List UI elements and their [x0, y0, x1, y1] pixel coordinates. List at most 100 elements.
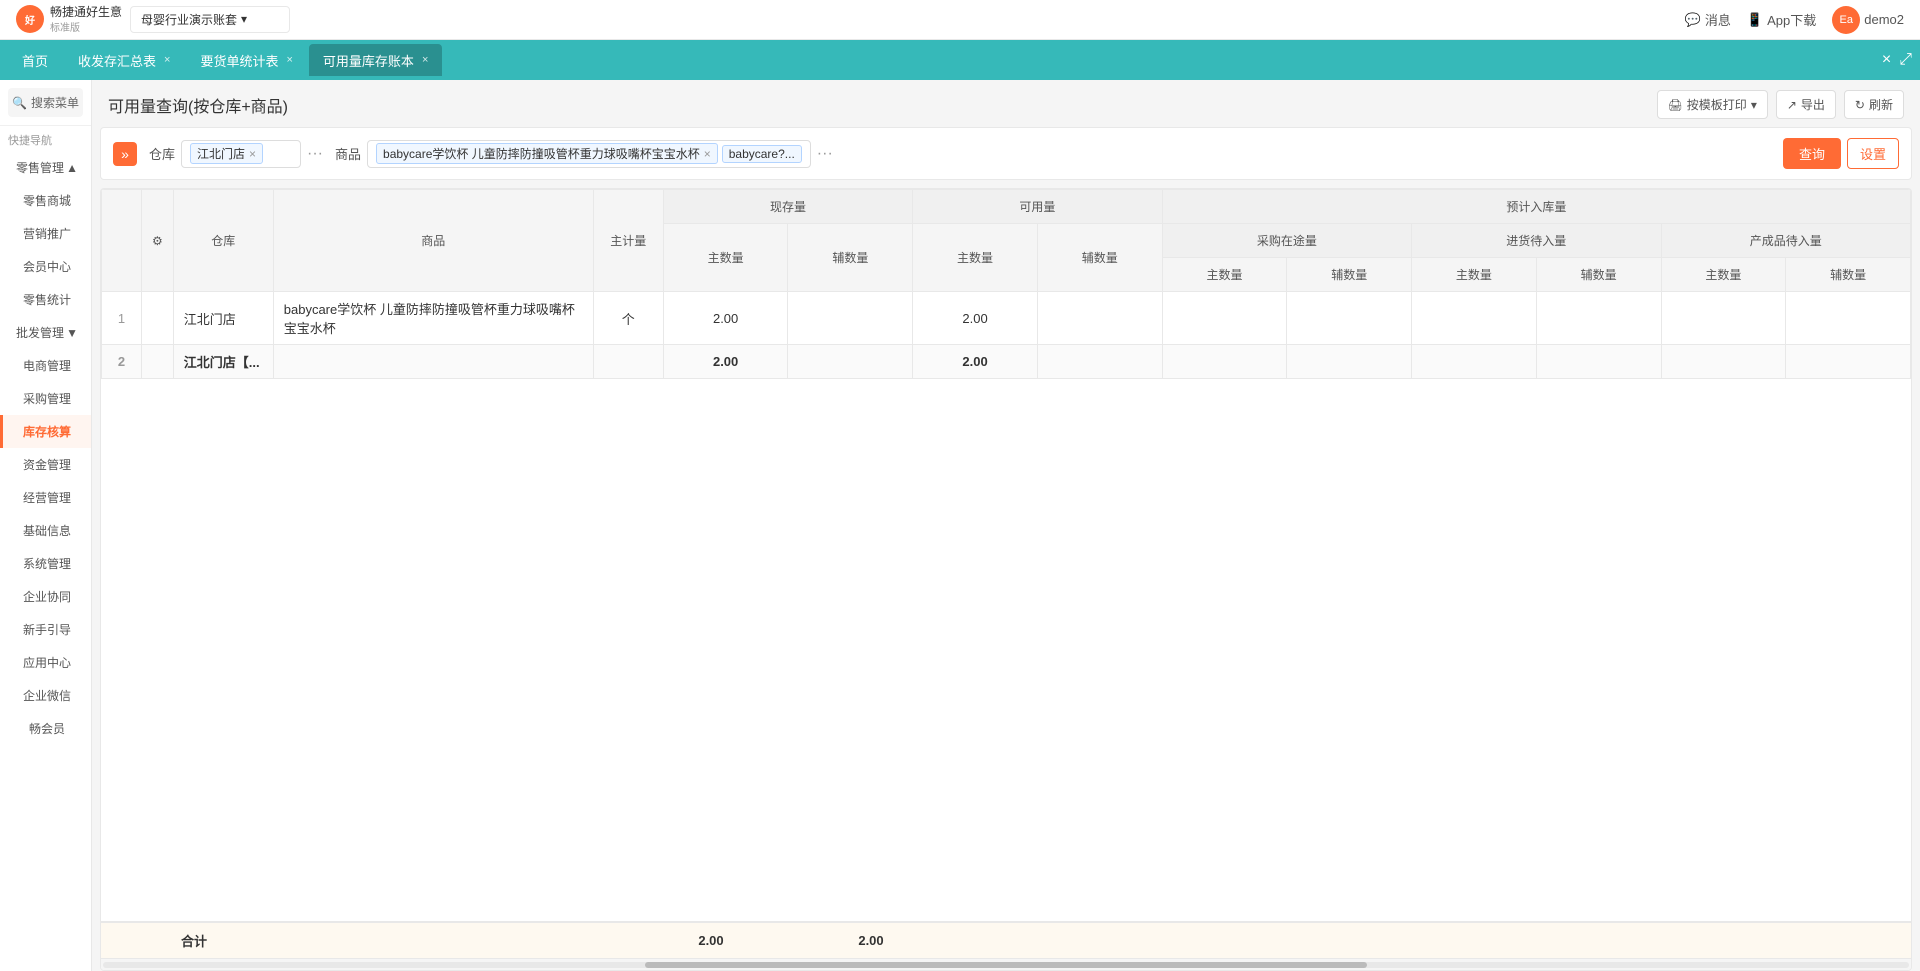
tab-order-stats-close[interactable]: ×: [286, 54, 292, 66]
row-2-index: 2: [102, 345, 142, 379]
warehouse-tag-delete[interactable]: ×: [249, 147, 256, 161]
refresh-icon: ↻: [1855, 98, 1865, 112]
product-filter-input[interactable]: babycare学饮杯 儿童防摔防撞吸管杯重力球吸嘴杯宝宝水杯 × babyca…: [367, 140, 811, 168]
th-purchase-main: 主数量: [1162, 258, 1287, 292]
top-bar: 好 畅捷通好生意 标准版 母婴行业演示账套 ▾ 💬 消息 📱 App下载 Ea …: [0, 0, 1920, 40]
row-1-production-main: [1661, 292, 1786, 345]
th-product: 商品: [273, 190, 593, 292]
nav-tabs-right: × ⤢: [1882, 51, 1912, 69]
tab-receipt-summary[interactable]: 收发存汇总表 ×: [64, 44, 184, 76]
tab-order-stats[interactable]: 要货单统计表 ×: [186, 44, 306, 76]
sidebar-item-wholesale-mgmt[interactable]: 批发管理 ▼: [0, 316, 91, 349]
th-incoming-main: 主数量: [1412, 258, 1537, 292]
row-2-purchase-main: [1162, 345, 1287, 379]
refresh-label: 刷新: [1869, 96, 1893, 113]
sidebar-item-retail-stats-label: 零售统计: [23, 293, 71, 307]
search-menu-button[interactable]: 🔍 搜索菜单: [8, 88, 83, 117]
sidebar-item-inventory[interactable]: 库存核算: [0, 415, 91, 448]
sidebar-item-enterprise-wechat[interactable]: 企业微信: [0, 679, 91, 712]
sidebar-search-area: 🔍 搜索菜单: [0, 80, 91, 126]
message-button[interactable]: 💬 消息: [1685, 10, 1731, 29]
row-1-available-aux: [1037, 292, 1162, 345]
th-main-unit: 主计量: [593, 190, 663, 292]
main-layout: 🔍 搜索菜单 快捷导航 零售管理 ▲ 零售商城 营销推广 会员中心 零售统计 批…: [0, 80, 1920, 971]
sidebar-item-system-mgmt[interactable]: 系统管理: [0, 547, 91, 580]
tab-receipt-summary-close[interactable]: ×: [164, 54, 170, 66]
row-2-production-aux: [1786, 345, 1911, 379]
export-button[interactable]: ↗ 导出: [1776, 90, 1836, 119]
row-2-available-aux: [1037, 345, 1162, 379]
export-icon: ↗: [1787, 98, 1797, 112]
logo-subtext: 标准版: [50, 19, 122, 34]
sidebar-item-finance[interactable]: 资金管理: [0, 448, 91, 481]
logo-text: 畅捷通好生意: [50, 5, 122, 19]
product-more-dots[interactable]: ···: [817, 145, 833, 163]
scrollbar-thumb[interactable]: [645, 962, 1367, 968]
org-selector[interactable]: 母婴行业演示账套 ▾: [130, 6, 290, 33]
warehouse-filter-input[interactable]: 江北门店 ×: [181, 140, 301, 168]
sidebar-item-retail-mall[interactable]: 零售商城: [0, 184, 91, 217]
row-1-purchase-aux: [1287, 292, 1412, 345]
th-current-stock: 现存量: [663, 190, 912, 224]
sidebar-item-purchase-mgmt[interactable]: 采购管理: [0, 382, 91, 415]
print-label: 按模板打印: [1687, 96, 1747, 113]
horizontal-scrollbar[interactable]: [101, 958, 1911, 970]
warehouse-tag: 江北门店 ×: [190, 143, 263, 164]
scrollbar-track: [103, 962, 1909, 968]
sidebar-item-retail-mgmt-arrow: ▲: [66, 161, 78, 175]
sidebar: 🔍 搜索菜单 快捷导航 零售管理 ▲ 零售商城 营销推广 会员中心 零售统计 批…: [0, 80, 92, 971]
row-1-purchase-main: [1162, 292, 1287, 345]
footer-label: 合计: [181, 931, 281, 950]
sidebar-item-marketing-label: 营销推广: [23, 227, 71, 241]
sidebar-item-retail-mgmt-label: 零售管理: [16, 159, 64, 176]
user-profile[interactable]: Ea demo2: [1832, 6, 1904, 34]
row-2-product: [273, 345, 593, 379]
export-label: 导出: [1801, 96, 1825, 113]
warehouse-more-dots[interactable]: ···: [307, 145, 323, 163]
app-download-icon: 📱: [1747, 12, 1763, 28]
sidebar-item-app-center[interactable]: 应用中心: [0, 646, 91, 679]
sidebar-item-member-plus-label: 畅会员: [29, 722, 65, 736]
product-tag1-text: babycare学饮杯 儿童防摔防撞吸管杯重力球吸嘴杯宝宝水杯: [383, 145, 700, 162]
th-production-main: 主数量: [1661, 258, 1786, 292]
row-2-production-main: [1661, 345, 1786, 379]
sidebar-item-new-guide-label: 新手引导: [23, 623, 71, 637]
tab-available-inventory-close[interactable]: ×: [422, 54, 428, 66]
sidebar-item-operations[interactable]: 经营管理: [0, 481, 91, 514]
page-title: 可用量查询(按仓库+商品): [108, 93, 288, 117]
sidebar-item-member-plus[interactable]: 畅会员: [0, 712, 91, 745]
refresh-button[interactable]: ↻ 刷新: [1844, 90, 1904, 119]
settings-button[interactable]: 设置: [1847, 138, 1899, 169]
filter-expand-button[interactable]: »: [113, 142, 137, 166]
app-download-button[interactable]: 📱 App下载: [1747, 10, 1816, 29]
th-gear: ⚙: [142, 190, 174, 292]
row-1-production-aux: [1786, 292, 1911, 345]
sidebar-item-new-guide[interactable]: 新手引导: [0, 613, 91, 646]
sidebar-item-marketing[interactable]: 营销推广: [0, 217, 91, 250]
th-index: [102, 190, 142, 292]
sidebar-item-ecommerce[interactable]: 电商管理: [0, 349, 91, 382]
print-dropdown-icon: ▾: [1751, 98, 1757, 112]
product-tag1-delete[interactable]: ×: [704, 147, 711, 161]
tab-available-inventory[interactable]: 可用量库存账本 ×: [309, 44, 442, 76]
sidebar-item-retail-stats[interactable]: 零售统计: [0, 283, 91, 316]
page-header-actions: 🖨 按模板打印 ▾ ↗ 导出 ↻ 刷新: [1657, 90, 1904, 119]
row-2-available-main: 2.00: [913, 345, 1038, 379]
tab-order-stats-label: 要货单统计表: [200, 51, 278, 70]
tab-home[interactable]: 首页: [8, 44, 62, 76]
sidebar-item-operations-label: 经营管理: [23, 491, 71, 505]
query-button[interactable]: 查询: [1783, 138, 1841, 169]
table-scroll[interactable]: ⚙ 仓库 商品 主计量 现存量 可用量 预计入库量 主数量 辅数量: [101, 189, 1911, 921]
th-incoming-pending: 进货待入量: [1412, 224, 1661, 258]
message-label: 消息: [1705, 10, 1731, 29]
sidebar-item-enterprise-collab[interactable]: 企业协同: [0, 580, 91, 613]
tab-close-all-icon[interactable]: ×: [1882, 51, 1891, 69]
row-1-index: 1: [102, 292, 142, 345]
sidebar-item-member-center[interactable]: 会员中心: [0, 250, 91, 283]
quick-nav-label: 快捷导航: [0, 126, 91, 151]
sidebar-item-retail-mgmt[interactable]: 零售管理 ▲: [0, 151, 91, 184]
tab-maximize-icon[interactable]: ⤢: [1899, 51, 1912, 69]
tab-receipt-summary-label: 收发存汇总表: [78, 51, 156, 70]
sidebar-item-basic-info[interactable]: 基础信息: [0, 514, 91, 547]
print-button[interactable]: 🖨 按模板打印 ▾: [1657, 90, 1768, 119]
